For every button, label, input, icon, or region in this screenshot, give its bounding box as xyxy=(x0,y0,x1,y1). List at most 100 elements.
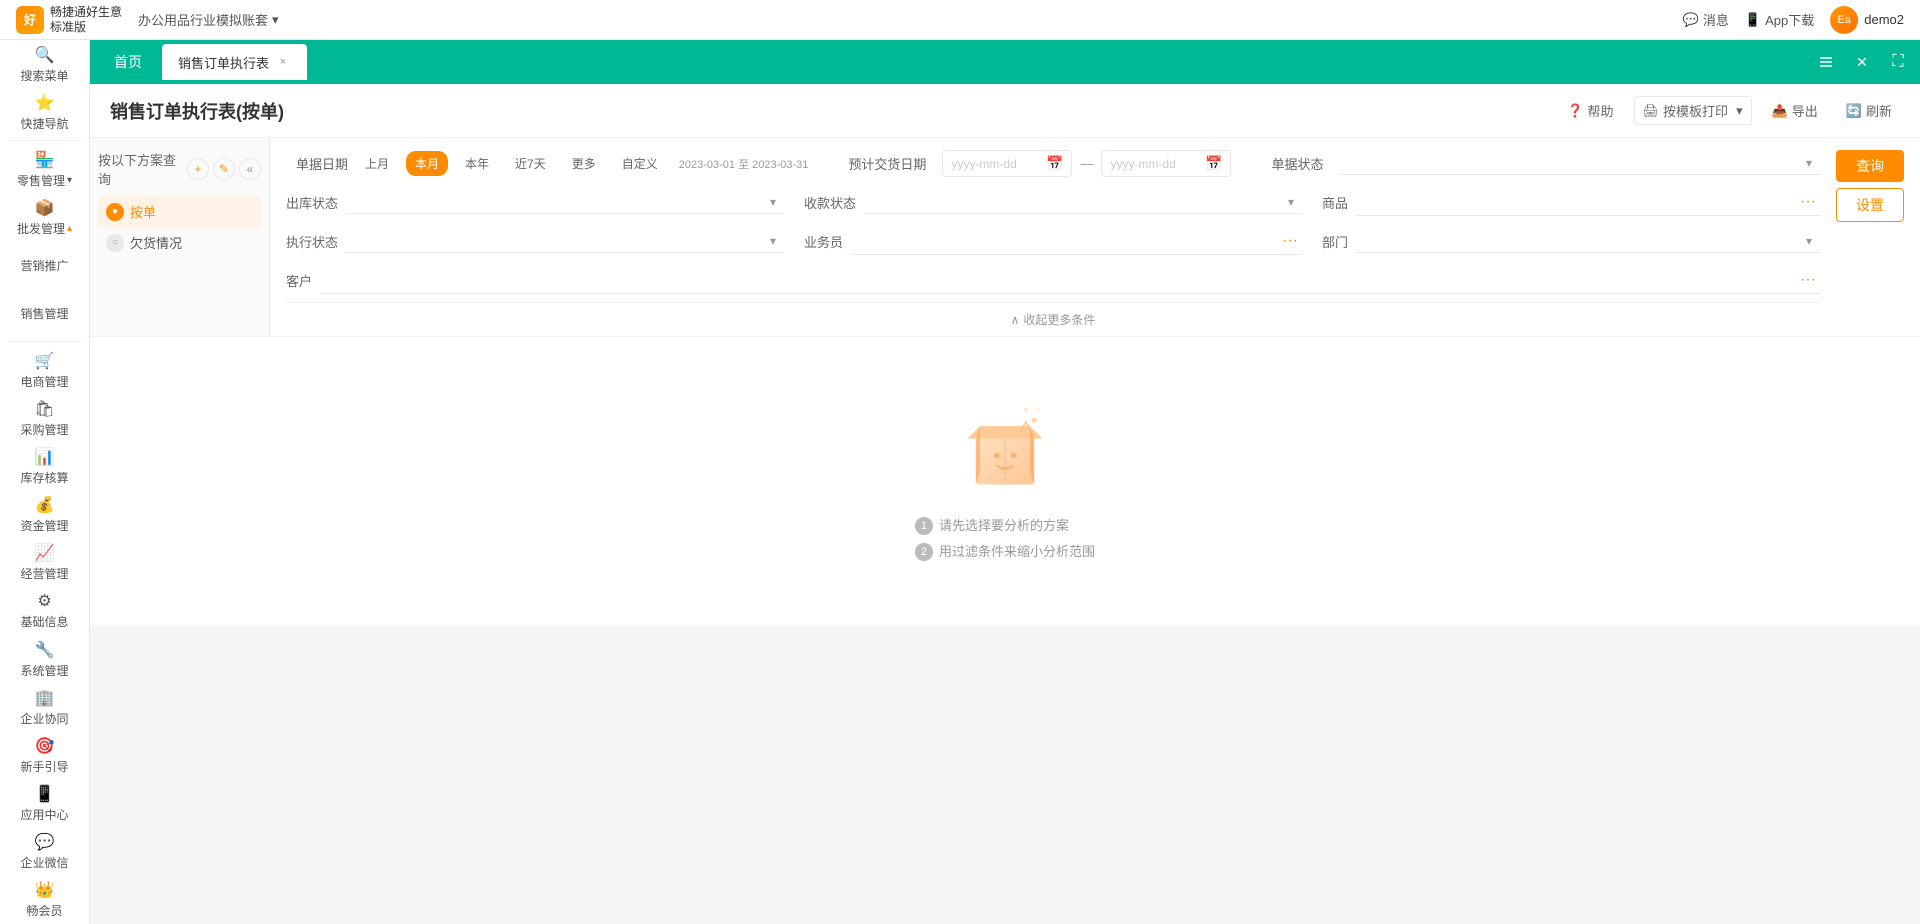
solution-edit-button[interactable]: ✎ xyxy=(213,158,235,180)
settings-button[interactable]: 设置 xyxy=(1836,188,1904,222)
date-range-display: 2023-03-01 至 2023-03-31 xyxy=(679,156,809,172)
date-btn-this-month[interactable]: 本月 xyxy=(406,151,448,176)
date-btn-last-month[interactable]: 上月 xyxy=(356,151,398,176)
sidebar-item-operations[interactable]: 📈 经营管理 xyxy=(4,541,85,585)
calendar-icon-from: 📅 xyxy=(1046,155,1063,172)
date-field-label: 单据日期 xyxy=(286,154,356,173)
tab-bar-right: ✕ ⛶ xyxy=(1812,48,1912,76)
user-area[interactable]: Ea demo2 xyxy=(1830,6,1904,34)
tab-bar: 首页 销售订单执行表 × ✕ ⛶ xyxy=(90,40,1920,84)
app-selector[interactable]: 办公用品行业模拟账套 ▾ xyxy=(130,6,287,33)
download-icon: 📱 xyxy=(1745,12,1761,28)
sidebar-item-wholesale[interactable]: 📦 批发管理 ▴ xyxy=(4,195,85,239)
sidebar-item-newbie[interactable]: 🎯 新手引导 xyxy=(4,733,85,777)
shipping-status-label: 出库状态 xyxy=(286,193,338,212)
refresh-button[interactable]: 🔄 刷新 xyxy=(1838,97,1900,124)
customer-label: 客户 xyxy=(286,271,312,290)
top-bar: 好 畅捷通好生意 标准版 办公用品行业模拟账套 ▾ 💬 消息 📱 App下载 E… xyxy=(0,0,1920,40)
salesperson-input[interactable]: ··· xyxy=(851,228,1302,255)
app-download-button[interactable]: 📱 App下载 xyxy=(1745,10,1814,29)
sidebar-divider-2 xyxy=(8,341,81,342)
date-separator: — xyxy=(1080,156,1093,171)
sidebar-item-marketing[interactable]: 营销推广 xyxy=(4,243,85,287)
date-btn-custom[interactable]: 自定义 xyxy=(613,151,667,176)
operations-icon: 📈 xyxy=(35,543,55,563)
tab-fullscreen-icon[interactable]: ⛶ xyxy=(1884,48,1912,76)
sidebar-item-appstore[interactable]: 📱 应用中心 xyxy=(4,781,85,825)
refresh-icon: 🔄 xyxy=(1846,103,1862,119)
solution-collapse-button[interactable]: « xyxy=(239,158,261,180)
dept-chevron: ▾ xyxy=(1806,234,1812,248)
filter-row-3: 执行状态 ▾ 业务员 ··· xyxy=(286,228,1820,255)
customer-dots-icon[interactable]: ··· xyxy=(1800,271,1816,289)
message-icon: 💬 xyxy=(1683,12,1699,28)
tab-close-button[interactable]: × xyxy=(275,54,291,70)
solution-item-by-order[interactable]: ● 按单 xyxy=(98,196,261,227)
solution-add-button[interactable]: + xyxy=(187,158,209,180)
expected-date-to[interactable]: yyyy-mm-dd 📅 xyxy=(1101,150,1231,177)
message-button[interactable]: 💬 消息 xyxy=(1683,10,1729,29)
solution-item-shortage[interactable]: ○ 欠货情况 xyxy=(98,227,261,258)
payment-status-dropdown[interactable]: ▾ xyxy=(864,191,1302,214)
export-button[interactable]: 📤 导出 xyxy=(1764,97,1826,124)
sidebar-item-purchase[interactable]: 🛍 采购管理 xyxy=(4,396,85,440)
payment-status-item: 收款状态 ▾ xyxy=(804,189,1302,216)
tab-close-icon[interactable]: ✕ xyxy=(1848,48,1876,76)
payment-status-label: 收款状态 xyxy=(804,193,856,212)
help-button[interactable]: ❓ 帮助 xyxy=(1559,97,1621,124)
content-area: 首页 销售订单执行表 × ✕ ⛶ 销售订单执行表(按单) ❓ xyxy=(90,40,1920,924)
member-icon: 👑 xyxy=(35,880,55,900)
doc-status-group: 单据状态 ▾ xyxy=(1271,152,1820,175)
exec-status-dropdown[interactable]: ▾ xyxy=(346,230,784,253)
query-button[interactable]: 查询 xyxy=(1836,150,1904,182)
tab-minimize-icon[interactable] xyxy=(1812,48,1840,76)
page-content: 销售订单执行表(按单) ❓ 帮助 🖨 按模板打印 ▾ 📤 导出 xyxy=(90,84,1920,924)
exec-status-label: 执行状态 xyxy=(286,232,338,251)
shipping-chevron: ▾ xyxy=(770,195,776,209)
dept-dropdown[interactable]: ▾ xyxy=(1356,230,1820,253)
sidebar-item-wechat[interactable]: 💬 企业微信 xyxy=(4,830,85,874)
date-btn-more[interactable]: 更多 xyxy=(563,151,605,176)
goods-dots-icon[interactable]: ··· xyxy=(1800,193,1816,211)
customer-input[interactable]: ··· xyxy=(320,267,1820,294)
main-layout: 🔍 搜索菜单 ⭐ 快捷导航 🏪 零售管理 ▾ 📦 批发管理 ▴ 营销推广 销售管… xyxy=(0,40,1920,924)
filter-row-4: 客户 ··· xyxy=(286,267,1820,294)
tab-home[interactable]: 首页 xyxy=(98,46,158,78)
sidebar-item-enterprise[interactable]: 🏢 企业协同 xyxy=(4,685,85,729)
shipping-status-dropdown[interactable]: ▾ xyxy=(346,191,784,214)
empty-state-tip-1: 1 请先选择要分析的方案 xyxy=(915,513,1095,539)
selector-chevron-icon: ▾ xyxy=(272,12,279,28)
expected-date-from[interactable]: yyyy-mm-dd 📅 xyxy=(942,150,1072,177)
newbie-icon: 🎯 xyxy=(35,736,55,756)
doc-status-dropdown[interactable]: ▾ xyxy=(1339,152,1820,175)
sidebar-item-sales[interactable]: 销售管理 xyxy=(4,291,85,335)
print-chevron-icon: ▾ xyxy=(1736,103,1743,119)
collapse-bar[interactable]: ∧ 收起更多条件 xyxy=(286,302,1820,336)
date-options-group: 上月 本月 本年 近7天 更多 自定义 2023-03-01 至 2023-03… xyxy=(356,151,808,176)
print-button[interactable]: 🖨 按模板打印 ▾ xyxy=(1634,96,1752,125)
sidebar-item-search[interactable]: 🔍 搜索菜单 xyxy=(4,42,85,86)
solution-item-icon-shortage: ○ xyxy=(106,234,124,252)
sidebar-item-ecommerce[interactable]: 🛒 电商管理 xyxy=(4,348,85,392)
goods-label: 商品 xyxy=(1322,193,1348,212)
logo-area: 好 畅捷通好生意 标准版 xyxy=(16,5,122,34)
sidebar-item-quick-nav[interactable]: ⭐ 快捷导航 xyxy=(4,90,85,134)
export-icon: 📤 xyxy=(1772,103,1788,119)
sidebar: 🔍 搜索菜单 ⭐ 快捷导航 🏪 零售管理 ▾ 📦 批发管理 ▴ 营销推广 销售管… xyxy=(0,40,90,924)
tab-sales-order[interactable]: 销售订单执行表 × xyxy=(162,44,307,80)
date-btn-this-year[interactable]: 本年 xyxy=(456,151,498,176)
salesperson-dots-icon[interactable]: ··· xyxy=(1282,232,1298,250)
empty-state: 1 请先选择要分析的方案 2 用过滤条件来缩小分析范围 xyxy=(90,337,1920,625)
page-title: 销售订单执行表(按单) xyxy=(110,98,284,136)
sidebar-item-system[interactable]: 🔧 系统管理 xyxy=(4,637,85,681)
date-btn-7days[interactable]: 近7天 xyxy=(506,151,555,176)
sidebar-item-retail[interactable]: 🏪 零售管理 ▾ xyxy=(4,147,85,191)
solution-item-icon-order: ● xyxy=(106,203,124,221)
goods-input[interactable]: ··· xyxy=(1356,189,1820,216)
finance-icon: 💰 xyxy=(35,495,55,515)
sidebar-item-member[interactable]: 👑 畅会员 xyxy=(4,878,85,922)
sidebar-item-inventory[interactable]: 📊 库存核算 xyxy=(4,444,85,488)
app-logo-icon: 好 xyxy=(16,6,44,34)
sidebar-item-basic[interactable]: ⚙ 基础信息 xyxy=(4,589,85,633)
sidebar-item-finance[interactable]: 💰 资金管理 xyxy=(4,492,85,536)
